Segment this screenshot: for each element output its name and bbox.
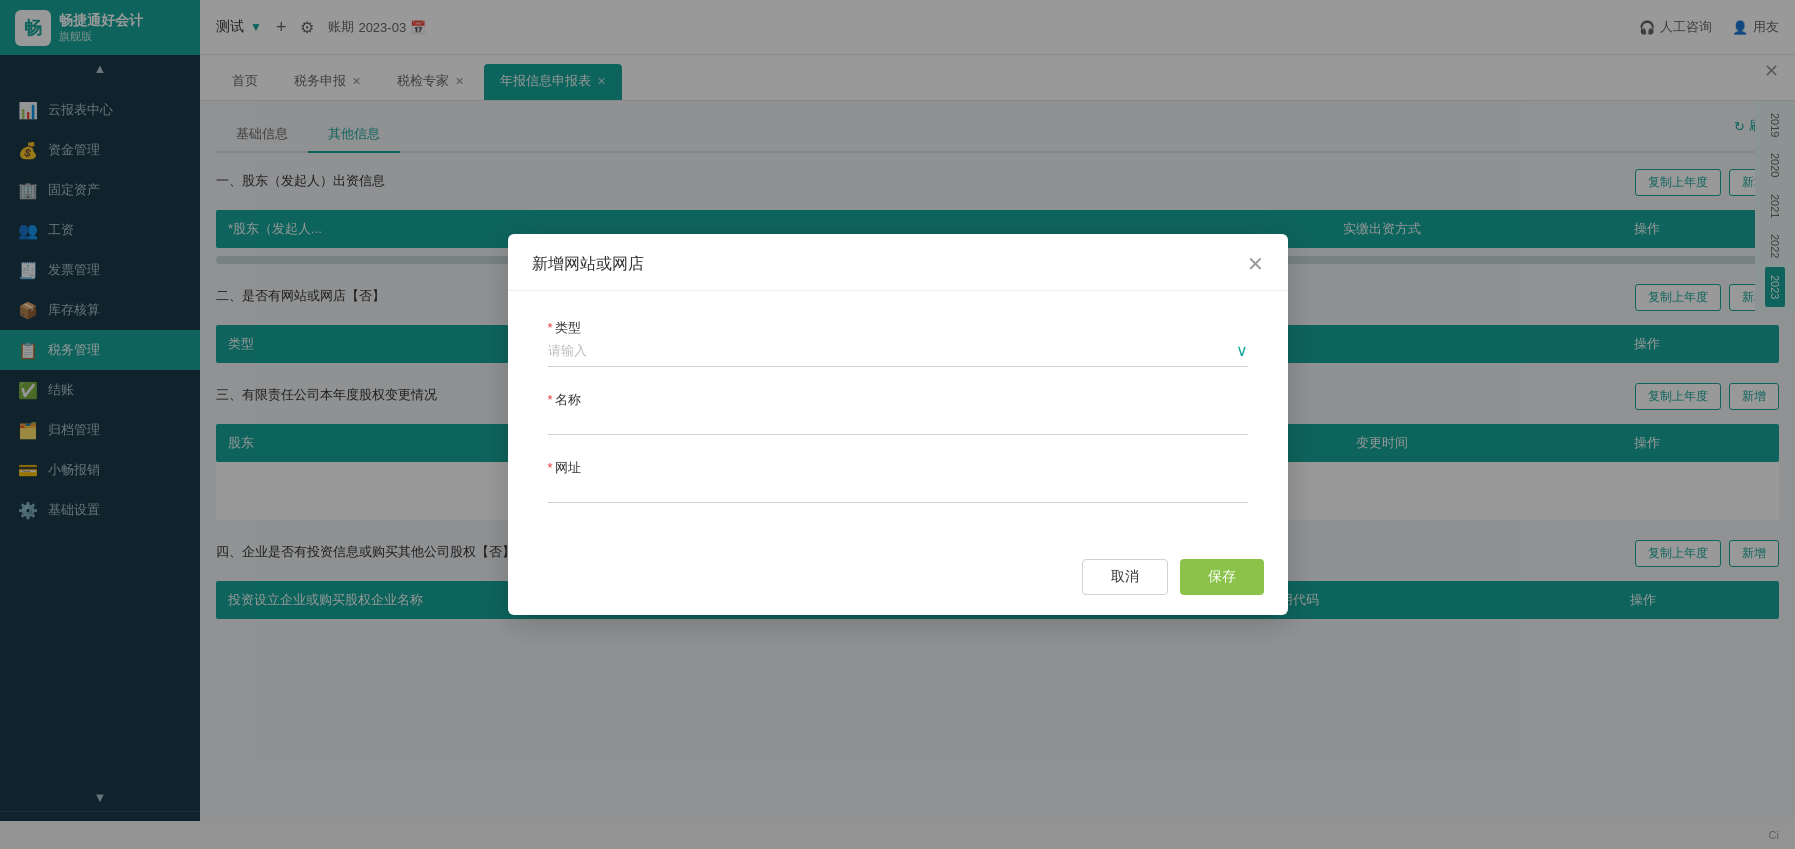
modal-body: *类型 ∨ *名称 *网址 — [508, 291, 1288, 547]
modal-close-button[interactable]: ✕ — [1247, 252, 1264, 276]
modal-header: 新增网站或网店 ✕ — [508, 234, 1288, 291]
modal-title: 新增网站或网店 — [532, 254, 644, 275]
save-button[interactable]: 保存 — [1180, 559, 1264, 595]
form-input-row-url — [548, 481, 1248, 503]
required-star-name: * — [548, 392, 553, 407]
name-input[interactable] — [548, 413, 1248, 428]
cancel-button[interactable]: 取消 — [1082, 559, 1168, 595]
add-website-modal: 新增网站或网店 ✕ *类型 ∨ *名称 — [508, 234, 1288, 615]
required-star-type: * — [548, 320, 553, 335]
required-star-url: * — [548, 460, 553, 475]
form-label-type: *类型 — [548, 319, 1248, 337]
modal-overlay: 新增网站或网店 ✕ *类型 ∨ *名称 — [0, 0, 1795, 849]
type-dropdown-icon[interactable]: ∨ — [1236, 341, 1248, 360]
form-input-row-name — [548, 413, 1248, 435]
form-label-url: *网址 — [548, 459, 1248, 477]
modal-footer: 取消 保存 — [508, 547, 1288, 615]
form-row-name: *名称 — [548, 391, 1248, 435]
form-label-name: *名称 — [548, 391, 1248, 409]
form-row-url: *网址 — [548, 459, 1248, 503]
type-input[interactable] — [548, 343, 1224, 358]
url-input[interactable] — [548, 481, 1248, 496]
form-row-type: *类型 ∨ — [548, 319, 1248, 367]
form-input-row-type: ∨ — [548, 341, 1248, 367]
